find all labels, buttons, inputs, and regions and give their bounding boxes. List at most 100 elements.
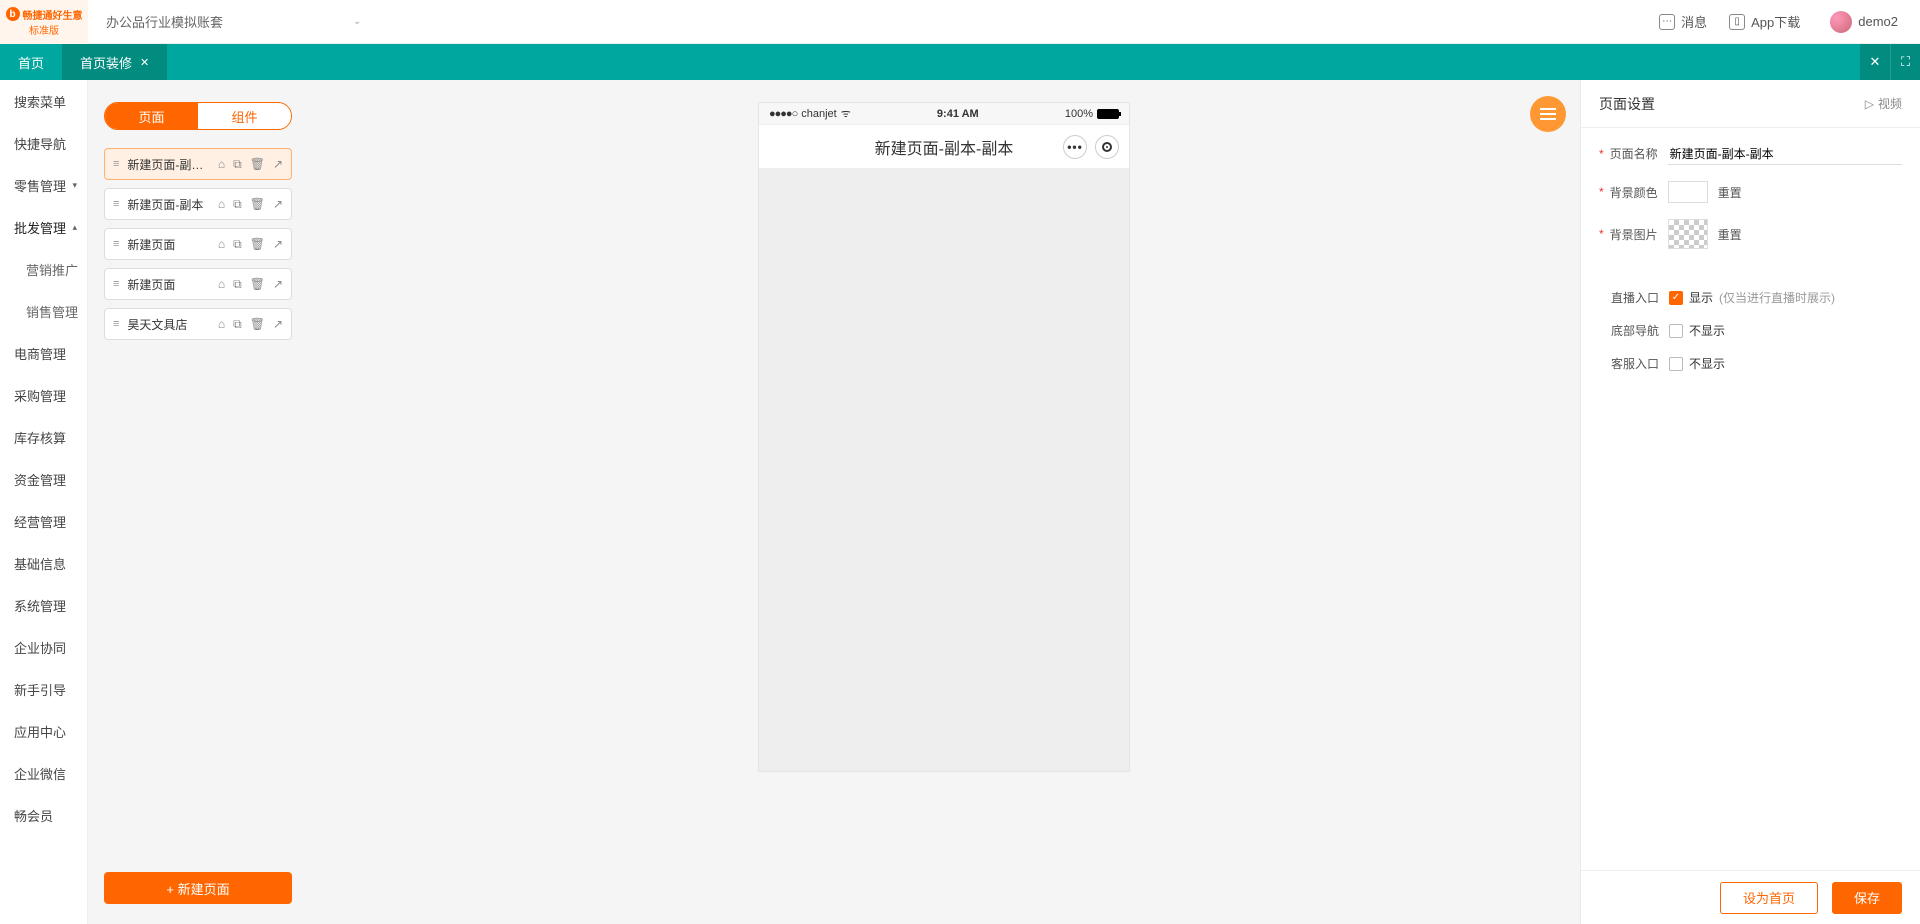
phone-battery-pct: 100% (1065, 108, 1093, 120)
wifi-icon: ᯤ (841, 106, 851, 121)
page-row[interactable]: ≡ 昊天文具店 ⌂ ⧉ 🗑 ↗ (104, 308, 292, 340)
battery-icon (1097, 109, 1119, 119)
page-row-name: 昊天文具店 (127, 316, 209, 333)
bg-image-swatch[interactable] (1668, 219, 1708, 249)
copy-icon[interactable]: ⧉ (233, 197, 242, 212)
page-row[interactable]: ≡新建页面⌂⧉🗑↗ (104, 228, 292, 260)
bg-color-reset[interactable]: 重置 (1718, 184, 1742, 201)
chevron-icon: ▾ (72, 180, 77, 191)
segment-components[interactable]: 组件 (198, 103, 291, 129)
phone-time: 9:41 AM (851, 108, 1065, 120)
segment-pages[interactable]: 页面 (105, 103, 198, 129)
sidebar-item[interactable]: 库存核算 (0, 416, 87, 458)
share-icon[interactable]: ↗ (273, 197, 283, 211)
delete-icon[interactable]: 🗑 (250, 157, 265, 171)
page-row[interactable]: ≡新建页面-副本...⌂⧉🗑↗ (104, 148, 292, 180)
page-row[interactable]: ≡新建页面-副本⌂⧉🗑↗ (104, 188, 292, 220)
miniapp-more-button[interactable]: ••• (1063, 135, 1087, 159)
home-icon[interactable]: ⌂ (218, 277, 225, 291)
avatar (1830, 11, 1852, 33)
logo[interactable]: b 畅捷通好生意 标准版 (0, 0, 88, 44)
drag-icon[interactable]: ≡ (113, 279, 119, 290)
copy-icon[interactable]: ⧉ (233, 317, 242, 332)
logo-version: 标准版 (29, 22, 59, 37)
service-entry-checkbox[interactable] (1669, 357, 1683, 371)
sidebar-item[interactable]: 新手引导 (0, 668, 87, 710)
delete-icon[interactable]: 🗑 (250, 317, 265, 331)
share-icon[interactable]: ↗ (273, 237, 283, 251)
sidebar-item[interactable]: 电商管理 (0, 332, 87, 374)
fullscreen-button[interactable]: ⛶ (1890, 44, 1920, 80)
logo-brand: 畅捷通好生意 (23, 7, 83, 22)
tab-home[interactable]: 首页 (0, 44, 62, 80)
delete-icon[interactable]: 🗑 (250, 197, 265, 211)
sidebar-item[interactable]: 企业协同 (0, 626, 87, 668)
home-icon[interactable]: ⌂ (218, 317, 225, 331)
drag-icon[interactable]: ≡ (113, 199, 119, 210)
settings-title: 页面设置 (1599, 94, 1655, 114)
messages-button[interactable]: ⋯ 消息 (1659, 12, 1707, 31)
sidebar-item[interactable]: 批发管理▴ (0, 206, 87, 248)
bottom-nav-checkbox[interactable] (1669, 324, 1683, 338)
drag-icon[interactable]: ≡ (113, 239, 119, 250)
tab-label: 首页装修 (80, 53, 132, 72)
sidebar-item[interactable]: 资金管理 (0, 458, 87, 500)
phone-icon: ▯ (1729, 14, 1745, 30)
home-icon[interactable]: ⌂ (218, 197, 225, 211)
sidebar-item[interactable]: 快捷导航 (0, 122, 87, 164)
home-icon[interactable]: ⌂ (218, 157, 225, 171)
sidebar-item[interactable]: 企业微信 (0, 752, 87, 794)
sidebar-item[interactable]: 系统管理 (0, 584, 87, 626)
sidebar-item[interactable]: 畅会员 (0, 794, 87, 836)
required-mark: * (1599, 147, 1604, 161)
phone-preview: ●●●●○ chanjet ᯤ 9:41 AM 100% 新建页面-副本-副本 (758, 102, 1130, 772)
share-icon[interactable]: ↗ (273, 277, 283, 291)
more-icon: ••• (1067, 140, 1083, 154)
hamburger-icon (1540, 113, 1556, 115)
copy-icon[interactable]: ⧉ (233, 277, 242, 292)
set-home-button[interactable]: 设为首页 (1720, 882, 1818, 914)
page-list: ≡新建页面-副本...⌂⧉🗑↗≡新建页面-副本⌂⧉🗑↗≡新建页面⌂⧉🗑↗≡新建页… (104, 148, 292, 856)
new-page-button[interactable]: + 新建页面 (104, 872, 292, 904)
bg-color-swatch[interactable] (1668, 181, 1708, 203)
page-row[interactable]: ≡新建页面⌂⧉🗑↗ (104, 268, 292, 300)
account-selector[interactable]: 办公品行业模拟账套 ⌄ (106, 12, 361, 31)
sidebar-item[interactable]: 基础信息 (0, 542, 87, 584)
drag-icon[interactable]: ≡ (113, 319, 119, 330)
bg-image-label: 背景图片 (1610, 226, 1668, 243)
copy-icon[interactable]: ⧉ (233, 237, 242, 252)
work-area: 页面 组件 ≡新建页面-副本...⌂⧉🗑↗≡新建页面-副本⌂⧉🗑↗≡新建页面⌂⧉… (88, 80, 1920, 924)
bg-image-reset[interactable]: 重置 (1718, 226, 1742, 243)
save-button[interactable]: 保存 (1832, 882, 1902, 914)
sidebar-item[interactable]: 经营管理 (0, 500, 87, 542)
copy-icon[interactable]: ⧉ (233, 157, 242, 172)
home-icon[interactable]: ⌂ (218, 237, 225, 251)
canvas-menu-button[interactable] (1530, 96, 1566, 132)
user-menu[interactable]: demo2 (1822, 11, 1898, 33)
segment-control: 页面 组件 (104, 102, 292, 130)
page-name-input[interactable] (1668, 142, 1902, 165)
sidebar-item[interactable]: 销售管理 (0, 290, 87, 332)
live-entry-checkbox[interactable]: ✓ (1669, 291, 1683, 305)
tab-home-decor[interactable]: 首页装修 ✕ (62, 44, 167, 80)
miniapp-close-button[interactable] (1095, 135, 1119, 159)
delete-icon[interactable]: 🗑 (250, 237, 265, 251)
sidebar-item[interactable]: 营销推广 (0, 248, 87, 290)
share-icon[interactable]: ↗ (273, 317, 283, 331)
delete-icon[interactable]: 🗑 (250, 277, 265, 291)
sidebar-item[interactable]: 搜索菜单 (0, 80, 87, 122)
phone-carrier: chanjet (801, 108, 836, 120)
drag-icon[interactable]: ≡ (113, 159, 119, 170)
tabs-close-all-button[interactable]: ✕ (1860, 44, 1890, 80)
app-download-button[interactable]: ▯ App下载 (1729, 12, 1800, 31)
service-entry-notshow-label: 不显示 (1689, 355, 1725, 372)
close-icon[interactable]: ✕ (140, 56, 149, 69)
chevron-icon: ▴ (72, 222, 77, 233)
share-icon[interactable]: ↗ (273, 157, 283, 171)
video-link[interactable]: ▷ 视频 (1865, 95, 1902, 112)
sidebar-item[interactable]: 应用中心 (0, 710, 87, 752)
sidebar-item[interactable]: 采购管理 (0, 374, 87, 416)
sidebar-item[interactable]: 零售管理▾ (0, 164, 87, 206)
target-icon (1102, 142, 1112, 152)
preview-canvas: ●●●●○ chanjet ᯤ 9:41 AM 100% 新建页面-副本-副本 (308, 80, 1580, 924)
